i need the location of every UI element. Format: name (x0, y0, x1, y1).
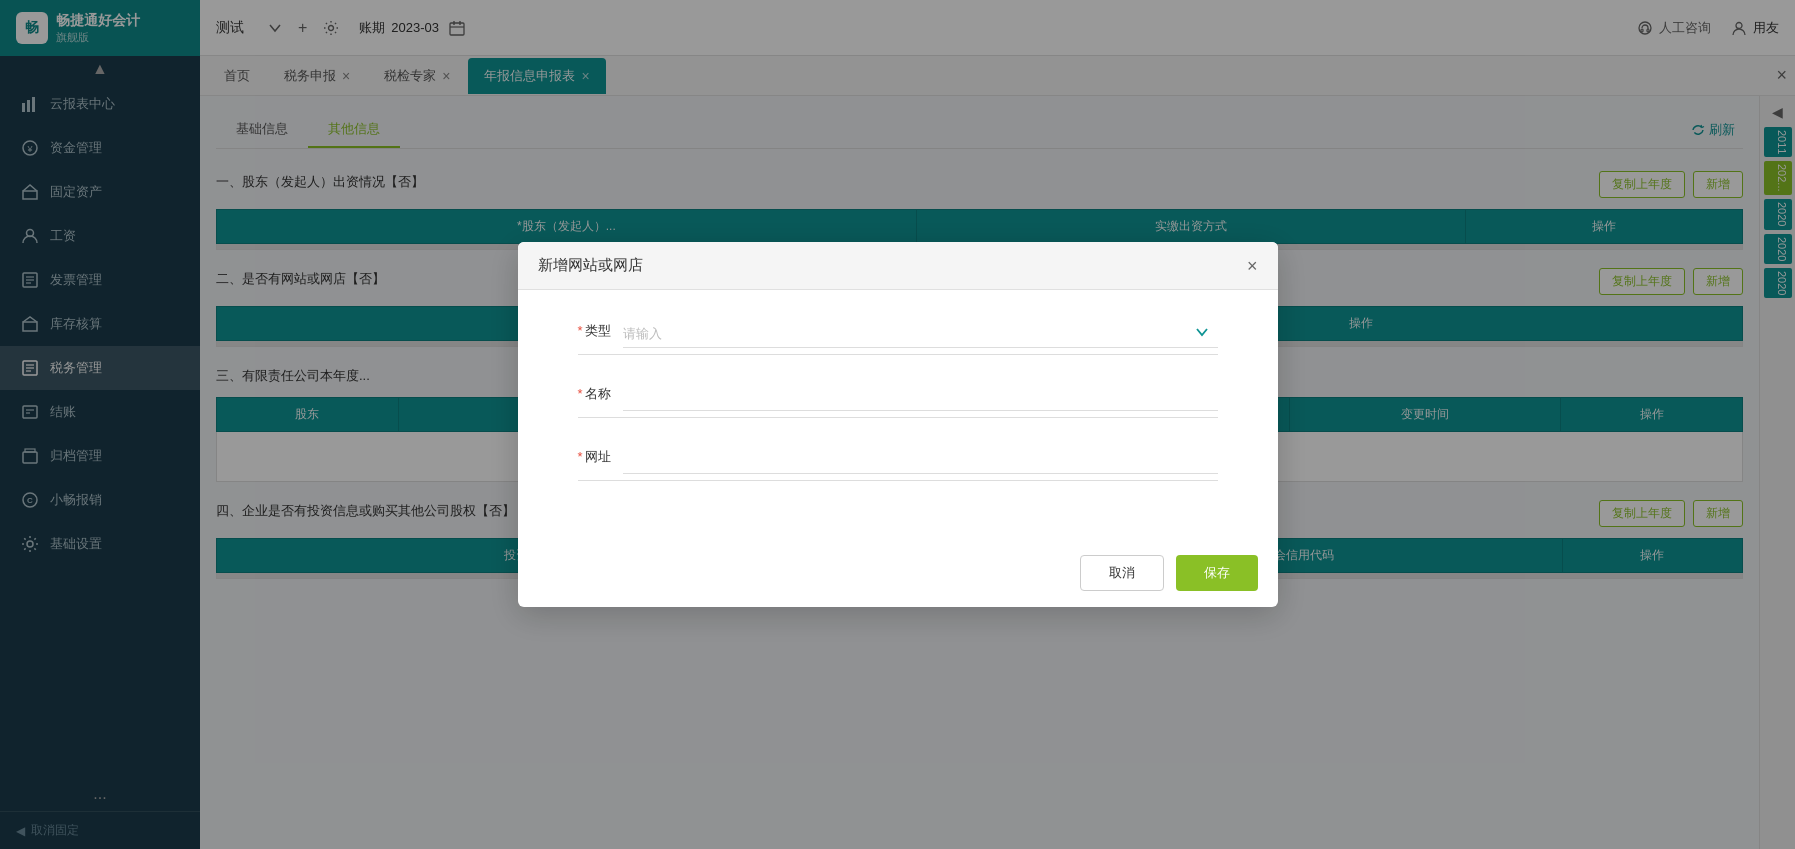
url-input[interactable] (623, 446, 1218, 474)
form-field-url: *网址 (578, 446, 1218, 481)
dialog-overlay[interactable]: 新增网站或网店 × *类型 (0, 0, 1795, 849)
dialog-close-button[interactable]: × (1247, 257, 1258, 275)
dialog-add-website: 新增网站或网店 × *类型 (518, 242, 1278, 607)
form-field-name: *名称 (578, 383, 1218, 418)
dialog-footer: 取消 保存 (518, 539, 1278, 607)
name-input[interactable] (623, 383, 1218, 411)
type-input[interactable] (623, 320, 1218, 348)
type-label: *类型 (578, 322, 611, 340)
dialog-body: *类型 *名称 (518, 290, 1278, 539)
save-button[interactable]: 保存 (1176, 555, 1258, 591)
name-label: *名称 (578, 385, 611, 403)
form-field-type: *类型 (578, 320, 1218, 355)
dialog-title: 新增网站或网店 (538, 256, 643, 275)
url-label: *网址 (578, 448, 611, 466)
dialog-header: 新增网站或网店 × (518, 242, 1278, 290)
cancel-button[interactable]: 取消 (1080, 555, 1164, 591)
